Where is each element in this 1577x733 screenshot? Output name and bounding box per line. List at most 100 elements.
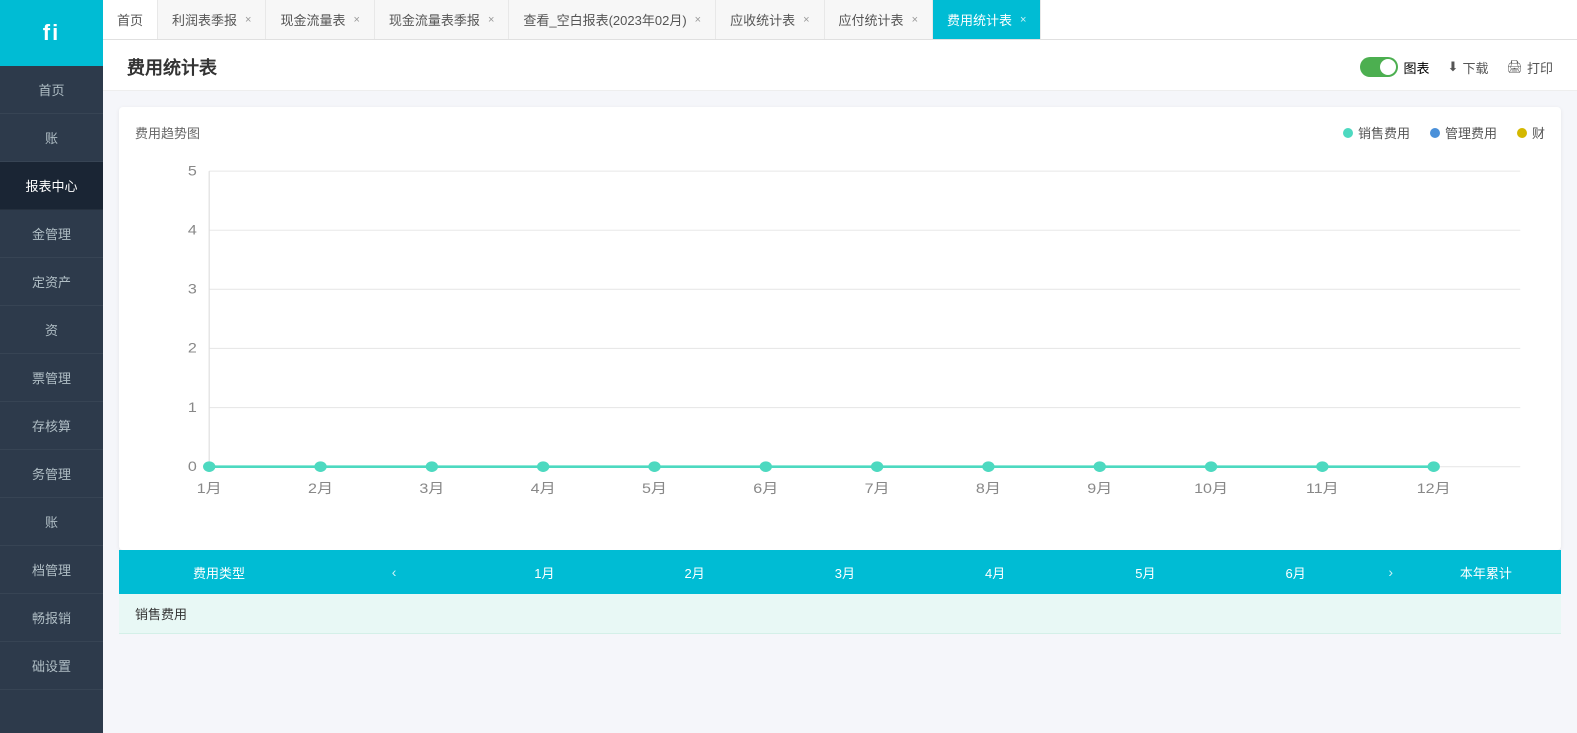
svg-text:11月: 11月 — [1306, 481, 1339, 497]
table-header: 费用类型 ‹ 1月 2月 3月 4月 5月 6月 › 本年累计 — [119, 550, 1561, 594]
td-type: 销售费用 — [119, 604, 319, 623]
legend-sales-label: 销售费用 — [1358, 123, 1410, 142]
line-chart: 5 4 3 2 1 0 1月 2月 3月 4月 5月 6月 7月 8月 9月 — [135, 150, 1545, 530]
sidebar-item-inventory[interactable]: 存核算 — [0, 402, 103, 450]
chart-svg-area: 5 4 3 2 1 0 1月 2月 3月 4月 5月 6月 7月 8月 9月 — [135, 150, 1545, 530]
sidebar-item-assets[interactable]: 定资产 — [0, 258, 103, 306]
svg-text:7月: 7月 — [865, 481, 890, 497]
svg-text:1: 1 — [188, 400, 197, 416]
th-month4: 4月 — [920, 563, 1070, 582]
chart-header: 费用趋势图 销售费用 管理费用 财 — [135, 123, 1545, 142]
th-prev-arrow[interactable]: ‹ — [319, 564, 469, 580]
tab-cashflow[interactable]: 现金流量表 × — [266, 0, 374, 39]
tab-profit-quarterly-close[interactable]: × — [245, 14, 251, 26]
svg-text:8月: 8月 — [976, 481, 1001, 497]
svg-text:1月: 1月 — [197, 481, 222, 497]
print-label: 打印 — [1527, 58, 1553, 77]
tab-receivable[interactable]: 应收统计表 × — [716, 0, 824, 39]
sidebar-item-service[interactable]: 务管理 — [0, 450, 103, 498]
legend-admin: 管理费用 — [1430, 123, 1497, 142]
svg-text:2: 2 — [188, 341, 197, 357]
sidebar-item-account[interactable]: 账 — [0, 114, 103, 162]
legend-finance: 财 — [1517, 123, 1545, 142]
tab-cashflow-label: 现金流量表 — [280, 10, 345, 29]
download-button[interactable]: ⬇ 下载 — [1448, 58, 1489, 77]
tab-home-label: 首页 — [117, 10, 143, 29]
th-next-arrow[interactable]: › — [1371, 564, 1411, 580]
tab-expense-close[interactable]: × — [1020, 14, 1026, 26]
tab-receivable-label: 应收统计表 — [730, 10, 795, 29]
th-month6: 6月 — [1221, 563, 1371, 582]
sidebar-item-ledger[interactable]: 账 — [0, 498, 103, 546]
legend-sales: 销售费用 — [1343, 123, 1410, 142]
print-button[interactable]: 🖨 打印 — [1506, 58, 1553, 77]
chart-toggle-wrap: 图表 — [1360, 57, 1430, 77]
tab-expense[interactable]: 费用统计表 × — [933, 0, 1041, 39]
svg-text:3: 3 — [188, 282, 197, 298]
page-title: 费用统计表 — [127, 54, 217, 80]
tab-payable[interactable]: 应付统计表 × — [825, 0, 933, 39]
legend-sales-dot — [1343, 128, 1353, 138]
legend-finance-label: 财 — [1532, 123, 1545, 142]
svg-text:4月: 4月 — [531, 481, 556, 497]
expense-table: 费用类型 ‹ 1月 2月 3月 4月 5月 6月 › 本年累计 销售费用 — [119, 550, 1561, 634]
tab-cashflow-quarterly[interactable]: 现金流量表季报 × — [375, 0, 509, 39]
sidebar-item-cash[interactable]: 金管理 — [0, 210, 103, 258]
sidebar-logo: fi — [0, 0, 103, 66]
svg-text:12月: 12月 — [1417, 481, 1451, 497]
tab-home[interactable]: 首页 — [103, 0, 158, 39]
svg-text:6月: 6月 — [753, 481, 778, 497]
tab-receivable-close[interactable]: × — [803, 14, 809, 26]
legend-admin-label: 管理费用 — [1445, 123, 1497, 142]
tab-payable-label: 应付统计表 — [839, 10, 904, 29]
sidebar-item-expense[interactable]: 畅报销 — [0, 594, 103, 642]
tab-cashflow-quarterly-label: 现金流量表季报 — [389, 10, 480, 29]
sidebar-item-home[interactable]: 首页 — [0, 66, 103, 114]
tab-bar: 首页 利润表季报 × 现金流量表 × 现金流量表季报 × 查看_空白报表(202… — [103, 0, 1577, 40]
svg-text:4: 4 — [188, 223, 197, 239]
tab-blank-report-close[interactable]: × — [695, 14, 701, 26]
svg-text:5月: 5月 — [642, 481, 667, 497]
th-month1: 1月 — [469, 563, 619, 582]
sidebar-item-invoice[interactable]: 票管理 — [0, 354, 103, 402]
svg-text:0: 0 — [188, 459, 197, 475]
download-label: 下载 — [1462, 58, 1488, 77]
th-ytd: 本年累计 — [1411, 563, 1561, 582]
table-row: 销售费用 — [119, 594, 1561, 634]
legend-finance-dot — [1517, 128, 1527, 138]
sidebar-item-settings[interactable]: 础设置 — [0, 642, 103, 690]
page-header: 费用统计表 图表 ⬇ 下载 🖨 打印 — [103, 40, 1577, 91]
chart-title: 费用趋势图 — [135, 123, 200, 142]
legend-admin-dot — [1430, 128, 1440, 138]
tab-profit-quarterly[interactable]: 利润表季报 × — [158, 0, 266, 39]
th-month5: 5月 — [1070, 563, 1220, 582]
svg-text:10月: 10月 — [1194, 481, 1228, 497]
sidebar-item-investment[interactable]: 资 — [0, 306, 103, 354]
svg-text:9月: 9月 — [1087, 481, 1112, 497]
chart-toggle-label: 图表 — [1404, 58, 1430, 77]
content-area: 费用统计表 图表 ⬇ 下载 🖨 打印 费用趋势图 — [103, 40, 1577, 733]
chart-legend: 销售费用 管理费用 财 — [1343, 123, 1545, 142]
tab-payable-close[interactable]: × — [912, 14, 918, 26]
tab-expense-label: 费用统计表 — [947, 10, 1012, 29]
th-month2: 2月 — [620, 563, 770, 582]
sidebar-item-archive[interactable]: 档管理 — [0, 546, 103, 594]
header-actions: 图表 ⬇ 下载 🖨 打印 — [1360, 57, 1553, 77]
print-icon: 🖨 — [1506, 59, 1523, 75]
tab-blank-report[interactable]: 查看_空白报表(2023年02月) × — [509, 0, 716, 39]
svg-text:2月: 2月 — [308, 481, 333, 497]
tab-blank-report-label: 查看_空白报表(2023年02月) — [523, 10, 686, 29]
svg-text:3月: 3月 — [419, 481, 444, 497]
tab-cashflow-quarterly-close[interactable]: × — [488, 14, 494, 26]
chart-toggle[interactable] — [1360, 57, 1398, 77]
sidebar-item-reports[interactable]: 报表中心 — [0, 162, 103, 210]
sidebar: fi 首页 账 报表中心 金管理 定资产 资 票管理 存核算 务管理 账 档管理… — [0, 0, 103, 733]
chart-container: 费用趋势图 销售费用 管理费用 财 — [119, 107, 1561, 550]
th-type: 费用类型 — [119, 563, 319, 582]
svg-text:5: 5 — [188, 163, 197, 179]
download-icon: ⬇ — [1448, 59, 1459, 75]
main-area: 首页 利润表季报 × 现金流量表 × 现金流量表季报 × 查看_空白报表(202… — [103, 0, 1577, 733]
tab-profit-quarterly-label: 利润表季报 — [172, 10, 237, 29]
tab-cashflow-close[interactable]: × — [353, 14, 359, 26]
th-month3: 3月 — [770, 563, 920, 582]
